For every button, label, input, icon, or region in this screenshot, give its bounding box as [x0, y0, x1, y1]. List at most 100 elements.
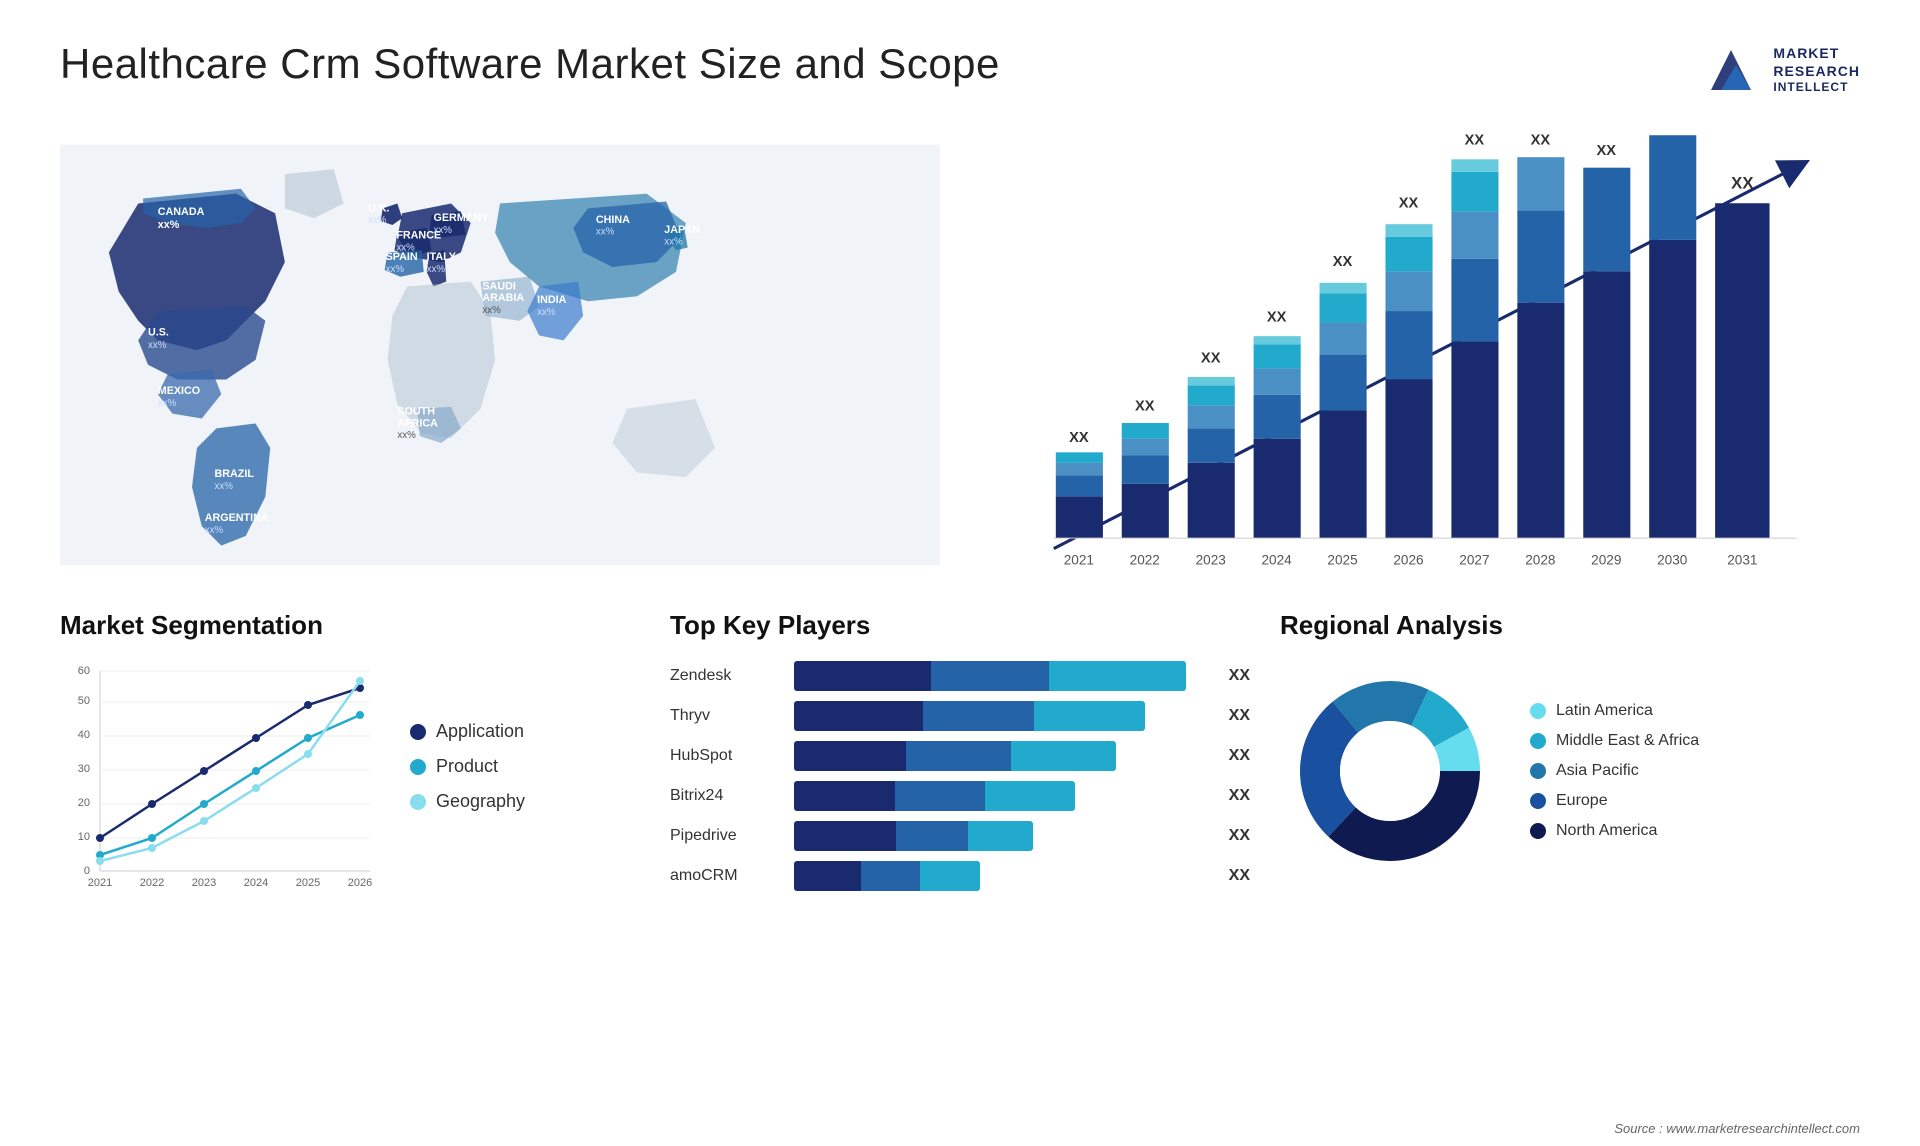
- svg-text:50: 50: [78, 695, 90, 707]
- svg-text:SPAIN: SPAIN: [386, 251, 418, 263]
- svg-text:2031: 2031: [1727, 552, 1757, 567]
- svg-text:SOUTH: SOUTH: [397, 406, 435, 418]
- regional-dot-europe: [1530, 793, 1546, 809]
- svg-text:XX: XX: [1531, 133, 1551, 149]
- regional-dot-asia: [1530, 763, 1546, 779]
- svg-text:xx%: xx%: [148, 340, 167, 351]
- legend-label-geography: Geography: [436, 791, 525, 812]
- player-bar-bitrix24: [794, 781, 1207, 811]
- svg-text:60: 60: [78, 665, 90, 677]
- svg-text:2030: 2030: [1657, 552, 1688, 567]
- legend-label-application: Application: [436, 721, 524, 742]
- svg-text:xx%: xx%: [664, 237, 683, 248]
- regional-label-na: North America: [1556, 822, 1657, 840]
- svg-text:2025: 2025: [1327, 552, 1357, 567]
- player-row-thryv: Thryv XX: [670, 701, 1250, 731]
- legend-product: Product: [410, 756, 525, 777]
- svg-text:30: 30: [78, 763, 90, 775]
- player-row-zendesk: Zendesk XX: [670, 661, 1250, 691]
- player-value-bitrix24: XX: [1229, 787, 1250, 805]
- regional-label-mea: Middle East & Africa: [1556, 732, 1699, 750]
- player-row-amocrm: amoCRM XX: [670, 861, 1250, 891]
- svg-text:XX: XX: [1597, 143, 1617, 159]
- player-value-zendesk: XX: [1229, 667, 1250, 685]
- svg-text:2021: 2021: [1064, 552, 1094, 567]
- player-bar-hubspot: [794, 741, 1207, 771]
- svg-text:2022: 2022: [140, 877, 164, 889]
- regional-item-na: North America: [1530, 822, 1699, 840]
- logo-area: MARKET RESEARCH INTELLECT: [1701, 40, 1860, 100]
- svg-text:xx%: xx%: [434, 225, 453, 236]
- legend-dot-geography: [410, 794, 426, 810]
- svg-text:U.K.: U.K.: [368, 202, 390, 214]
- svg-text:ARABIA: ARABIA: [482, 292, 524, 304]
- legend-dot-product: [410, 759, 426, 775]
- page-container: Healthcare Crm Software Market Size and …: [0, 0, 1920, 1146]
- player-name-hubspot: HubSpot: [670, 747, 780, 765]
- regional-content: Latin America Middle East & Africa Asia …: [1280, 661, 1860, 881]
- svg-text:2028: 2028: [1525, 552, 1555, 567]
- legend-label-product: Product: [436, 756, 498, 777]
- regional-item-latin: Latin America: [1530, 702, 1699, 720]
- svg-text:CHINA: CHINA: [596, 214, 630, 226]
- svg-text:2023: 2023: [192, 877, 216, 889]
- source-text: Source : www.marketresearchintellect.com: [1614, 1121, 1860, 1136]
- svg-text:2026: 2026: [348, 877, 372, 889]
- seg-legend: Application Product Geography: [410, 661, 525, 812]
- world-map-svg: CANADA xx% U.S. xx% MEXICO xx% BRAZIL xx…: [60, 130, 940, 580]
- svg-text:xx%: xx%: [482, 305, 501, 316]
- svg-text:SAUDI: SAUDI: [482, 280, 515, 292]
- player-bar-thryv: [794, 701, 1207, 731]
- svg-text:XX: XX: [1731, 174, 1754, 193]
- svg-text:ITALY: ITALY: [427, 251, 456, 263]
- seg-chart-container: 0 10 20 30 40 50 60 2021: [60, 661, 640, 901]
- player-value-thryv: XX: [1229, 707, 1250, 725]
- regional-item-europe: Europe: [1530, 792, 1699, 810]
- svg-text:20: 20: [78, 797, 90, 809]
- regional-dot-mea: [1530, 733, 1546, 749]
- player-bar-zendesk: [794, 661, 1207, 691]
- segmentation-section: Market Segmentation 0 10 20 30 40 50 60: [60, 610, 640, 930]
- svg-text:xx%: xx%: [397, 430, 416, 441]
- svg-text:XX: XX: [1662, 130, 1682, 134]
- donut-svg: [1280, 661, 1500, 881]
- svg-text:xx%: xx%: [537, 307, 556, 318]
- svg-text:2023: 2023: [1196, 552, 1226, 567]
- svg-text:xx%: xx%: [427, 264, 446, 275]
- player-value-amocrm: XX: [1229, 867, 1250, 885]
- svg-text:2024: 2024: [244, 877, 268, 889]
- player-row-bitrix24: Bitrix24 XX: [670, 781, 1250, 811]
- regional-section: Regional Analysis: [1280, 610, 1860, 930]
- svg-text:xx%: xx%: [596, 227, 615, 238]
- player-name-pipedrive: Pipedrive: [670, 827, 780, 845]
- regional-dot-na: [1530, 823, 1546, 839]
- regional-title: Regional Analysis: [1280, 610, 1860, 641]
- svg-text:GERMANY: GERMANY: [434, 212, 489, 224]
- regional-item-asia: Asia Pacific: [1530, 762, 1699, 780]
- regional-label-latin: Latin America: [1556, 702, 1653, 720]
- page-title: Healthcare Crm Software Market Size and …: [60, 40, 1000, 88]
- player-name-amocrm: amoCRM: [670, 867, 780, 885]
- map-section: CANADA xx% U.S. xx% MEXICO xx% BRAZIL xx…: [60, 130, 940, 580]
- players-list: Zendesk XX Thryv: [670, 661, 1250, 891]
- svg-text:XX: XX: [1069, 430, 1089, 446]
- svg-text:xx%: xx%: [158, 219, 180, 231]
- growth-chart-section: XX XX XX XX: [980, 130, 1860, 580]
- seg-chart-svg: 0 10 20 30 40 50 60 2021: [60, 661, 380, 901]
- player-name-zendesk: Zendesk: [670, 667, 780, 685]
- players-title: Top Key Players: [670, 610, 1250, 641]
- regional-item-mea: Middle East & Africa: [1530, 732, 1699, 750]
- svg-text:MEXICO: MEXICO: [158, 385, 200, 397]
- donut-chart-container: [1280, 661, 1500, 881]
- svg-text:2027: 2027: [1459, 552, 1489, 567]
- regional-label-asia: Asia Pacific: [1556, 762, 1639, 780]
- player-bar-amocrm: [794, 861, 1207, 891]
- svg-text:2025: 2025: [296, 877, 320, 889]
- player-name-bitrix24: Bitrix24: [670, 787, 780, 805]
- svg-text:xx%: xx%: [214, 481, 233, 492]
- player-bar-pipedrive: [794, 821, 1207, 851]
- svg-text:XX: XX: [1399, 195, 1419, 211]
- players-section: Top Key Players Zendesk XX Thryv: [670, 610, 1250, 930]
- svg-text:xx%: xx%: [205, 525, 224, 536]
- logo-icon: [1701, 40, 1761, 100]
